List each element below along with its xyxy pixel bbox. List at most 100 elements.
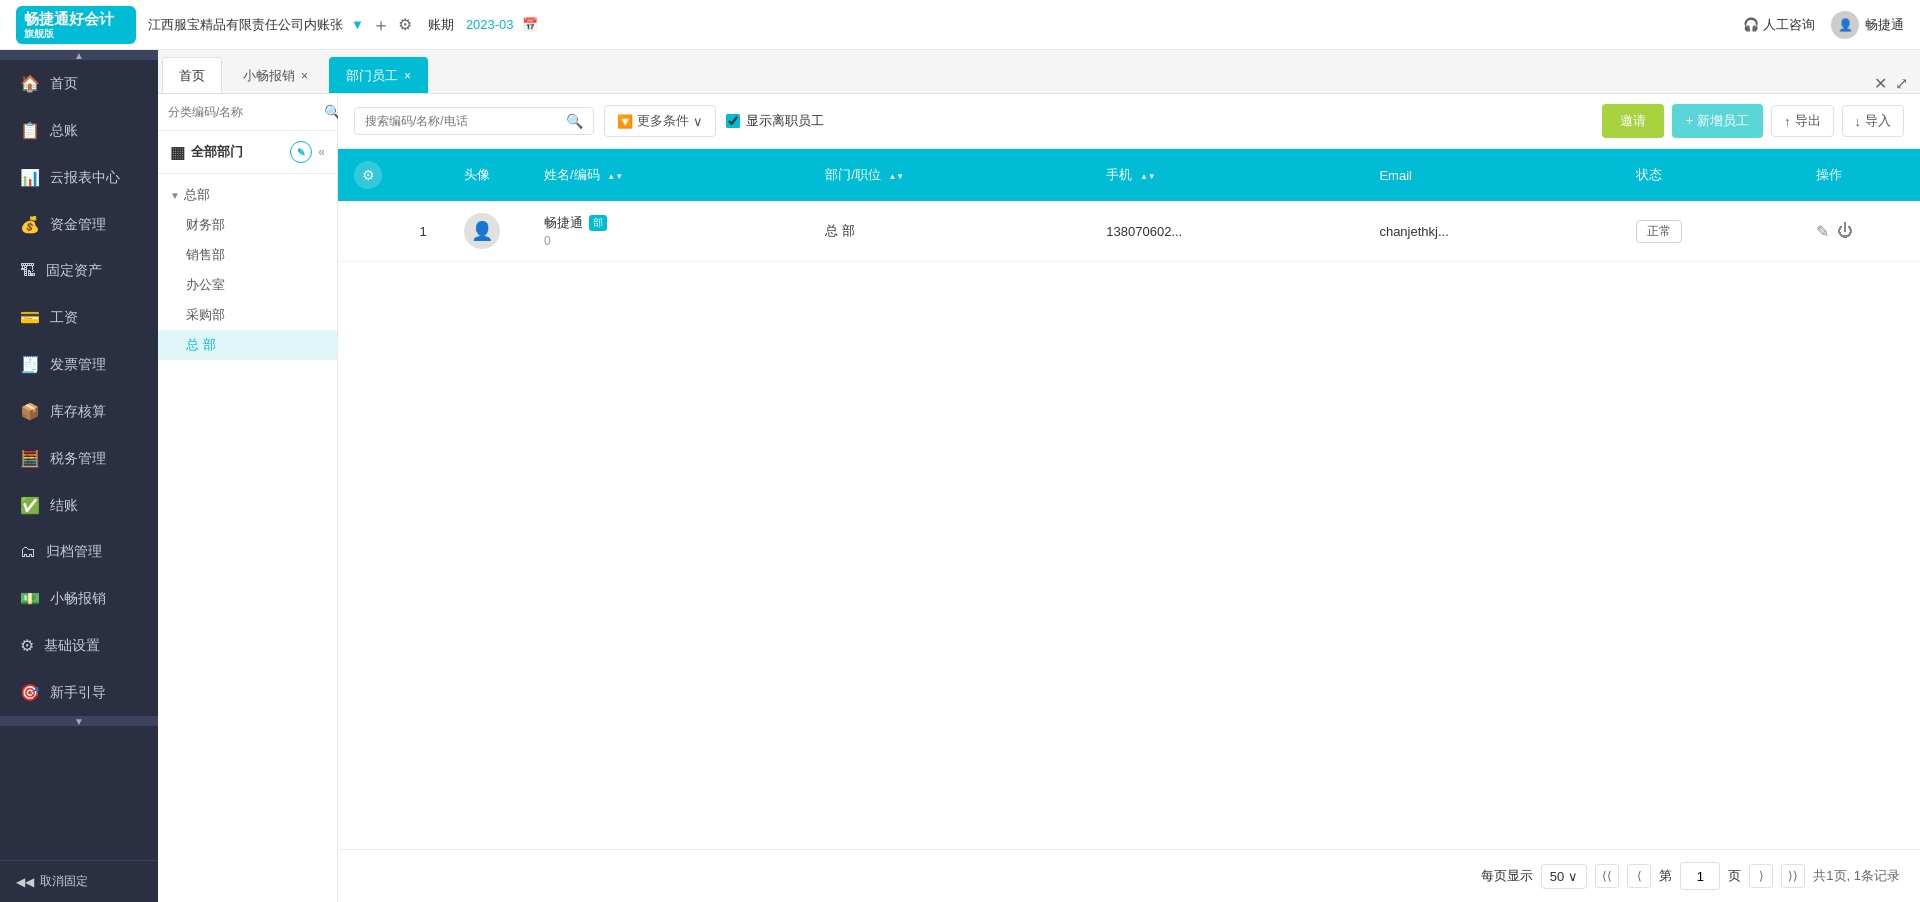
- dept-child-purchase[interactable]: 采购部: [158, 300, 337, 330]
- inventory-icon: 📦: [20, 402, 40, 421]
- guide-icon: 🎯: [20, 683, 40, 702]
- company-settings-icon[interactable]: ⚙: [398, 15, 412, 34]
- sidebar-item-home[interactable]: 🏠 首页: [0, 60, 158, 107]
- dept-child-office[interactable]: 办公室: [158, 270, 337, 300]
- sidebar-item-assets[interactable]: 🏗 固定资产: [0, 248, 158, 294]
- employee-phone: 138070602...: [1106, 224, 1182, 239]
- sidebar-item-capital[interactable]: 💰 资金管理: [0, 201, 158, 248]
- window-close-icon[interactable]: ✕: [1874, 74, 1887, 93]
- row-dept-cell: 总 部: [809, 201, 1090, 262]
- th-name[interactable]: 姓名/编码 ▲▼: [528, 149, 809, 201]
- filter-button[interactable]: 🔽 更多条件 ∨: [604, 105, 716, 137]
- search-input[interactable]: [365, 114, 560, 128]
- page-input[interactable]: [1680, 862, 1720, 890]
- tab-home[interactable]: 首页: [162, 57, 222, 93]
- tab-expense-label: 小畅报销: [243, 67, 295, 85]
- th-settings: ⚙: [338, 149, 398, 201]
- dept-all-header: ▦ 全部部门 ✎ «: [158, 131, 337, 174]
- import-button[interactable]: ↓ 导入: [1842, 105, 1905, 137]
- company-dropdown-icon[interactable]: ▼: [351, 17, 364, 32]
- sidebar-scroll-down[interactable]: ▼: [0, 716, 158, 726]
- service-button[interactable]: 🎧 人工咨询: [1743, 16, 1815, 34]
- sidebar-item-reports[interactable]: 📊 云报表中心: [0, 154, 158, 201]
- settle-icon: ✅: [20, 496, 40, 515]
- sidebar-label-archive: 归档管理: [46, 543, 102, 561]
- sidebar-item-tax[interactable]: 🧮 税务管理: [0, 435, 158, 482]
- export-label: 导出: [1795, 112, 1821, 130]
- pin-icon: ◀◀: [16, 875, 34, 889]
- row-no-cell: 1: [398, 201, 448, 262]
- page-goto-label: 第: [1659, 867, 1672, 885]
- sidebar-item-inventory[interactable]: 📦 库存核算: [0, 388, 158, 435]
- dept-all-label: 全部部门: [191, 143, 243, 161]
- page-first-button[interactable]: ⟨⟨: [1595, 864, 1619, 888]
- sidebar-item-invoice[interactable]: 🧾 发票管理: [0, 341, 158, 388]
- add-employee-button[interactable]: + 新增员工: [1672, 104, 1763, 138]
- dept-add-badge[interactable]: ✎: [290, 141, 312, 163]
- show-resigned-checkbox[interactable]: [726, 114, 740, 128]
- table-settings-button[interactable]: ⚙: [354, 161, 382, 189]
- cancel-pin-button[interactable]: ◀◀ 取消固定: [0, 860, 158, 902]
- dept-child-sales[interactable]: 销售部: [158, 240, 337, 270]
- sidebar-item-salary[interactable]: 💳 工资: [0, 294, 158, 341]
- dept-child-hq[interactable]: 总 部: [158, 330, 337, 360]
- add-company-icon[interactable]: ＋: [372, 13, 390, 37]
- dept-sort-icon: ▲▼: [888, 173, 904, 181]
- sidebar-label-ledger: 总账: [50, 122, 78, 140]
- dept-group-header-headquarters[interactable]: ▼ 总部: [158, 180, 337, 210]
- page-next-button[interactable]: ⟩: [1749, 864, 1773, 888]
- sidebar-label-salary: 工资: [50, 309, 78, 327]
- dept-collapse-icon[interactable]: «: [318, 145, 325, 159]
- sidebar-item-settle[interactable]: ✅ 结账: [0, 482, 158, 529]
- window-maximize-icon[interactable]: ⤢: [1895, 74, 1908, 93]
- page-last-button[interactable]: ⟩⟩: [1781, 864, 1805, 888]
- sidebar-item-expense[interactable]: 💵 小畅报销: [0, 575, 158, 622]
- logout-icon[interactable]: ⏻: [1837, 222, 1853, 240]
- sidebar-label-guide: 新手引导: [50, 684, 106, 702]
- search-icon[interactable]: 🔍: [566, 113, 583, 129]
- sidebar-item-settings[interactable]: ⚙ 基础设置: [0, 622, 158, 669]
- sidebar-item-guide[interactable]: 🎯 新手引导: [0, 669, 158, 716]
- pagination: 每页显示 50 ∨ ⟨⟨ ⟨ 第 页 ⟩ ⟩⟩ 共1页, 1条记录: [338, 849, 1920, 902]
- grid-icon: ▦: [170, 143, 185, 162]
- dept-child-finance[interactable]: 财务部: [158, 210, 337, 240]
- page-prev-button[interactable]: ⟨: [1627, 864, 1651, 888]
- ledger-icon: 📋: [20, 121, 40, 140]
- sidebar-label-expense: 小畅报销: [50, 590, 106, 608]
- page-size-label: 每页显示: [1481, 867, 1533, 885]
- tab-expense[interactable]: 小畅报销 ×: [226, 57, 325, 93]
- tabs-bar: 首页 小畅报销 × 部门员工 × ✕ ⤢: [158, 50, 1920, 94]
- th-email: Email: [1363, 149, 1620, 201]
- right-panel: 🔍 🔽 更多条件 ∨ 显示离职员工 邀请 + 新增员工: [338, 94, 1920, 902]
- th-dept[interactable]: 部门/职位 ▲▼: [809, 149, 1090, 201]
- tab-dept-staff[interactable]: 部门员工 ×: [329, 57, 428, 93]
- th-avatar-label: 头像: [464, 167, 490, 182]
- user-menu[interactable]: 👤 畅捷通: [1831, 11, 1904, 39]
- dept-search-input[interactable]: [168, 105, 318, 119]
- export-button[interactable]: ↑ 导出: [1771, 105, 1834, 137]
- company-info: 江西服宝精品有限责任公司内账张 ▼ ＋ ⚙ 账期 2023-03 📅: [148, 13, 1731, 37]
- sidebar-item-archive[interactable]: 🗂 归档管理: [0, 529, 158, 575]
- show-resigned-checkbox-label[interactable]: 显示离职员工: [726, 112, 824, 130]
- tab-expense-close[interactable]: ×: [301, 69, 308, 83]
- page-unit-label: 页: [1728, 867, 1741, 885]
- edit-icon[interactable]: ✎: [1816, 222, 1829, 241]
- main-layout: ▲ 🏠 首页 📋 总账 📊 云报表中心 💰 资金管理 🏗 固定资产 💳 工资 🧾…: [0, 50, 1920, 902]
- calendar-icon[interactable]: 📅: [522, 17, 538, 32]
- dept-group-label: 总部: [184, 186, 210, 204]
- invite-button[interactable]: 邀请: [1602, 104, 1664, 138]
- th-phone[interactable]: 手机 ▲▼: [1090, 149, 1363, 201]
- topbar-right: 🎧 人工咨询 👤 畅捷通: [1743, 11, 1904, 39]
- page-size-select[interactable]: 50 ∨: [1541, 864, 1587, 889]
- sidebar-label-capital: 资金管理: [50, 216, 106, 234]
- dept-search-box: 🔍: [158, 94, 337, 131]
- home-icon: 🏠: [20, 74, 40, 93]
- sidebar-item-ledger[interactable]: 📋 总账: [0, 107, 158, 154]
- tab-dept-staff-close[interactable]: ×: [404, 69, 411, 83]
- user-name: 畅捷通: [1865, 16, 1904, 34]
- dept-toggle-icon: ▼: [170, 190, 180, 201]
- row-no: 1: [419, 224, 426, 239]
- reports-icon: 📊: [20, 168, 40, 187]
- sidebar-scroll-up[interactable]: ▲: [0, 50, 158, 60]
- row-actions-cell: ✎ ⏻: [1800, 201, 1920, 262]
